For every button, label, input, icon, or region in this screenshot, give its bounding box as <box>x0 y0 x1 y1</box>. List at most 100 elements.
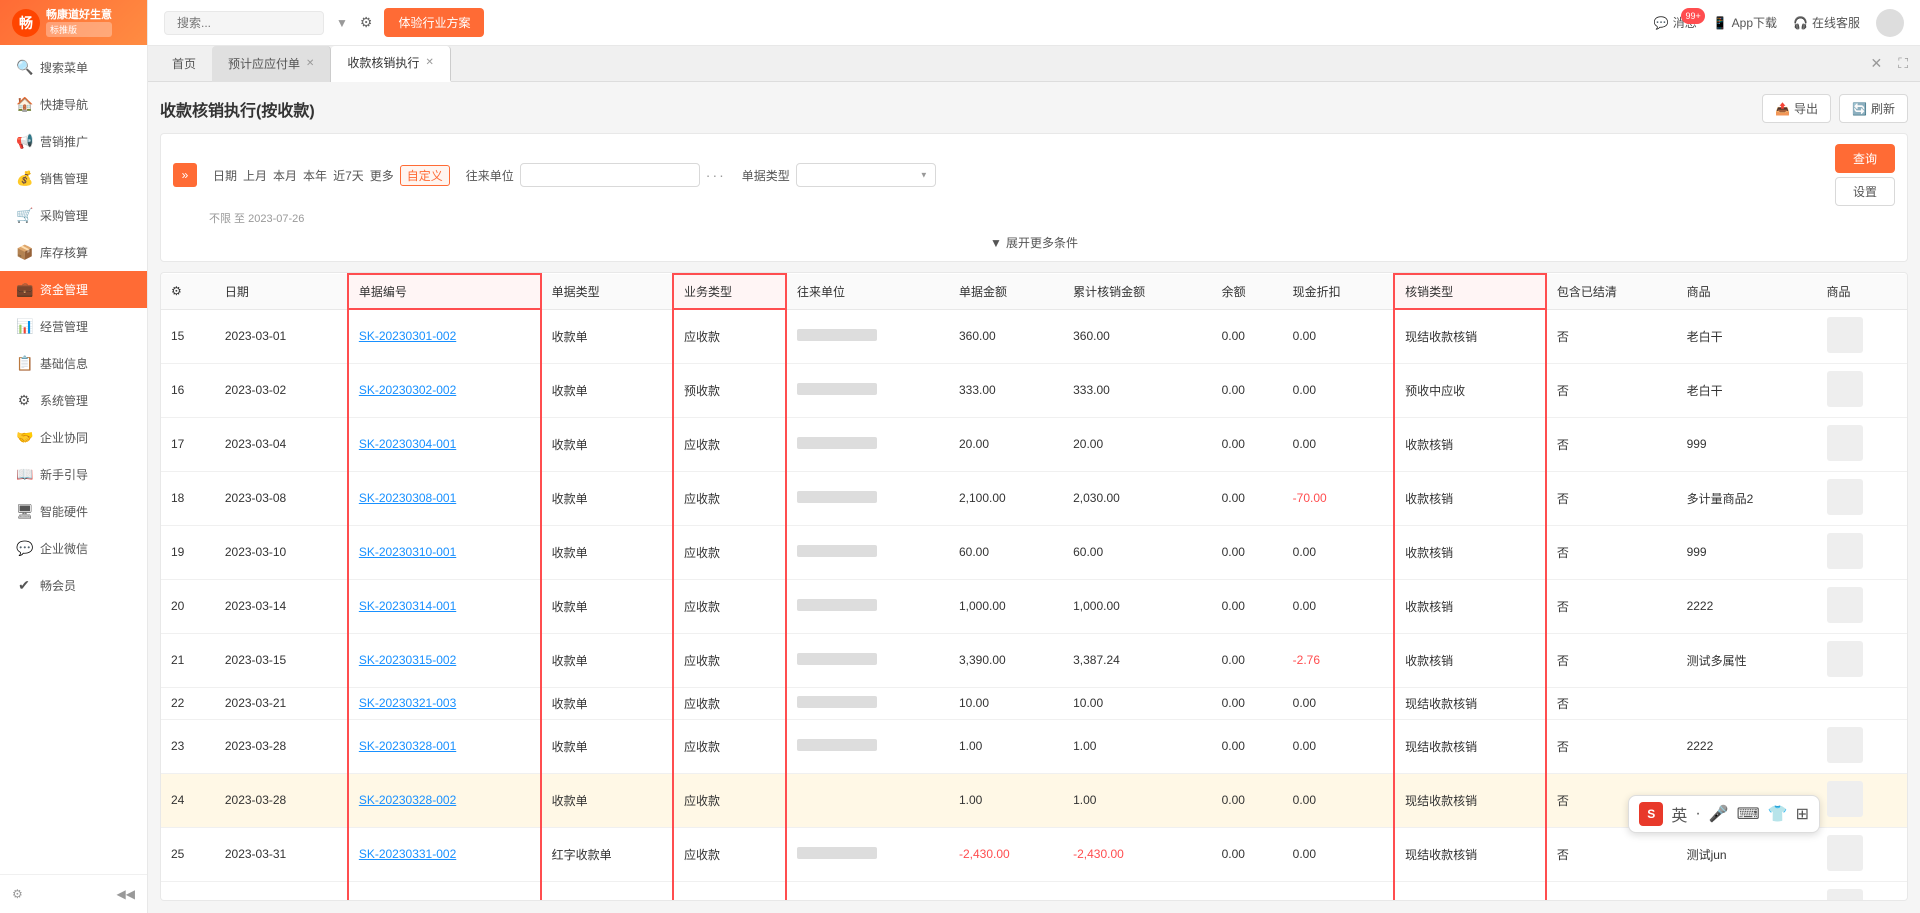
cell-product2 <box>1817 579 1908 633</box>
topbar-dropdown-arrow[interactable]: ▼ <box>336 16 348 30</box>
cell-verified: 20.00 <box>1063 417 1212 471</box>
industry-btn[interactable]: 体验行业方案 <box>384 8 484 37</box>
date-this-month[interactable]: 本月 <box>273 167 297 184</box>
cell-docnum[interactable]: SK-20230308-001 <box>348 471 541 525</box>
table-row[interactable]: 22 2023-03-21 SK-20230321-003 收款单 应收款 10… <box>161 687 1907 719</box>
cell-docnum[interactable]: SK-20230304-001 <box>348 417 541 471</box>
ime-dot-icon[interactable]: · <box>1695 805 1700 823</box>
tab-pending[interactable]: 预计应应付单 ✕ <box>212 46 331 82</box>
ime-grid-icon[interactable]: ⊞ <box>1796 804 1809 824</box>
user-avatar[interactable] <box>1876 9 1904 37</box>
tab-close-all-icon[interactable]: ✕ <box>1866 51 1886 76</box>
cell-docnum[interactable]: SK-20230314-001 <box>348 579 541 633</box>
tab-pending-close[interactable]: ✕ <box>306 58 314 69</box>
export-btn[interactable]: 📤 导出 <box>1762 94 1831 123</box>
cell-docnum[interactable]: SK-20230328-002 <box>348 773 541 827</box>
date-last-month[interactable]: 上月 <box>243 167 267 184</box>
tab-expand-icon[interactable]: ⛶ <box>1894 51 1912 76</box>
topbar-online-service[interactable]: 🎧 在线客服 <box>1793 14 1860 31</box>
query-btn[interactable]: 查询 <box>1835 144 1895 173</box>
sidebar-item-operation[interactable]: 📊 经营管理 <box>0 308 147 345</box>
cell-product: 测试jun <box>1677 827 1817 881</box>
sidebar-icon-member: ✔ <box>16 577 32 594</box>
expand-more-btn[interactable]: ▼ 展开更多条件 <box>990 234 1078 251</box>
ime-keyboard-icon[interactable]: ⌨ <box>1737 804 1760 824</box>
table-row[interactable]: 20 2023-03-14 SK-20230314-001 收款单 应收款 1,… <box>161 579 1907 633</box>
date-this-year[interactable]: 本年 <box>303 167 327 184</box>
filter-expand-btn[interactable]: » <box>173 163 197 187</box>
date-custom[interactable]: 自定义 <box>400 165 450 186</box>
sidebar-item-shortcut[interactable]: 🏠 快捷导航 <box>0 86 147 123</box>
date-more[interactable]: 更多 <box>370 167 394 184</box>
sidebar-item-enterprise[interactable]: 🤝 企业协同 <box>0 419 147 456</box>
col-partner-header[interactable]: 往来单位 <box>786 274 949 309</box>
col-product1-header[interactable]: 商品 <box>1677 274 1817 309</box>
ime-text-icon[interactable]: 英 <box>1671 802 1687 826</box>
col-balance-header[interactable]: 余额 <box>1212 274 1283 309</box>
col-verified-header[interactable]: 累计核销金额 <box>1063 274 1212 309</box>
topbar: ▼ ⚙ 体验行业方案 💬 消息 99+ 📱 App下载 🎧 在线客服 <box>148 0 1920 46</box>
col-chxtype-header[interactable]: 核销类型 <box>1394 274 1546 309</box>
ime-mic-icon[interactable]: 🎤 <box>1709 804 1729 824</box>
sidebar-item-system[interactable]: ⚙ 系统管理 <box>0 382 147 419</box>
tab-collection[interactable]: 收款核销执行 ✕ <box>331 46 450 82</box>
col-date-header[interactable]: 日期 <box>215 274 348 309</box>
ime-shirt-icon[interactable]: 👕 <box>1768 804 1788 824</box>
cell-docnum[interactable]: SK-20230403-002 <box>348 881 541 901</box>
cell-docnum[interactable]: SK-20230302-002 <box>348 363 541 417</box>
cell-docnum[interactable]: SK-20230315-002 <box>348 633 541 687</box>
tab-home[interactable]: 首页 <box>156 46 212 82</box>
table-row[interactable]: 19 2023-03-10 SK-20230310-001 收款单 应收款 60… <box>161 525 1907 579</box>
topbar-message[interactable]: 💬 消息 99+ <box>1654 14 1697 31</box>
topbar-gear-icon[interactable]: ⚙ <box>360 14 373 31</box>
col-docnum-header[interactable]: 单据编号 <box>348 274 541 309</box>
table-row[interactable]: 23 2023-03-28 SK-20230328-001 收款单 应收款 1.… <box>161 719 1907 773</box>
cell-date: 2023-03-21 <box>215 687 348 719</box>
partner-input[interactable] <box>520 163 700 187</box>
table-row[interactable]: 26 2023-04-03 SK-20230403-002 收款单 预收款 20… <box>161 881 1907 901</box>
cell-docnum[interactable]: SK-20230321-003 <box>348 687 541 719</box>
settings-btn[interactable]: 设置 <box>1835 177 1895 206</box>
sidebar-item-search[interactable]: 🔍 搜索菜单 <box>0 49 147 86</box>
sidebar-item-inventory[interactable]: 📦 库存核算 <box>0 234 147 271</box>
cell-verified: 2,030.00 <box>1063 471 1212 525</box>
partner-dots[interactable]: ··· <box>706 167 726 183</box>
table-row[interactable]: 18 2023-03-08 SK-20230308-001 收款单 应收款 2,… <box>161 471 1907 525</box>
tab-collection-close[interactable]: ✕ <box>425 57 433 68</box>
cell-include: 否 <box>1546 309 1677 363</box>
cell-docnum[interactable]: SK-20230328-001 <box>348 719 541 773</box>
cell-docnum[interactable]: SK-20230310-001 <box>348 525 541 579</box>
col-discount-header[interactable]: 现金折扣 <box>1283 274 1394 309</box>
col-doctype-header[interactable]: 单据类型 <box>541 274 673 309</box>
col-amount-header[interactable]: 单据金额 <box>949 274 1063 309</box>
cell-docnum[interactable]: SK-20230331-002 <box>348 827 541 881</box>
col-biztype-header[interactable]: 业务类型 <box>673 274 786 309</box>
sidebar-item-basic[interactable]: 📋 基础信息 <box>0 345 147 382</box>
refresh-btn[interactable]: 🔄 刷新 <box>1839 94 1908 123</box>
sidebar-item-member[interactable]: ✔ 畅会员 <box>0 567 147 604</box>
table-row[interactable]: 17 2023-03-04 SK-20230304-001 收款单 应收款 20… <box>161 417 1907 471</box>
cell-include: 否 <box>1546 471 1677 525</box>
cell-chxtype: 预收中应收 <box>1394 363 1546 417</box>
doctype-select[interactable] <box>796 163 936 187</box>
settings-bottom-icon[interactable]: ⚙ <box>8 883 27 905</box>
sidebar-item-marketing[interactable]: 📢 营销推广 <box>0 123 147 160</box>
date-7days[interactable]: 近7天 <box>333 167 364 184</box>
topbar-search-input[interactable] <box>164 11 324 35</box>
sidebar-item-finance[interactable]: 💼 资金管理 <box>0 271 147 308</box>
col-include-header[interactable]: 包含已结清 <box>1546 274 1677 309</box>
col-settings-header[interactable]: ⚙ <box>161 274 215 309</box>
table-row[interactable]: 16 2023-03-02 SK-20230302-002 收款单 预收款 33… <box>161 363 1907 417</box>
sidebar-item-sales[interactable]: 💰 销售管理 <box>0 160 147 197</box>
col-product2-header[interactable]: 商品 <box>1817 274 1908 309</box>
table-row[interactable]: 21 2023-03-15 SK-20230315-002 收款单 应收款 3,… <box>161 633 1907 687</box>
topbar-app-download[interactable]: 📱 App下载 <box>1713 14 1777 31</box>
table-row[interactable]: 25 2023-03-31 SK-20230331-002 红字收款单 应收款 … <box>161 827 1907 881</box>
sidebar-item-hardware[interactable]: 🖥 智能硬件 <box>0 493 147 530</box>
sidebar-item-wechat[interactable]: 💬 企业微信 <box>0 530 147 567</box>
cell-docnum[interactable]: SK-20230301-002 <box>348 309 541 363</box>
sidebar-item-guide[interactable]: 📖 新手引导 <box>0 456 147 493</box>
table-row[interactable]: 15 2023-03-01 SK-20230301-002 收款单 应收款 36… <box>161 309 1907 363</box>
sidebar-item-purchase[interactable]: 🛒 采购管理 <box>0 197 147 234</box>
collapse-icon[interactable]: ◀◀ <box>113 883 139 905</box>
